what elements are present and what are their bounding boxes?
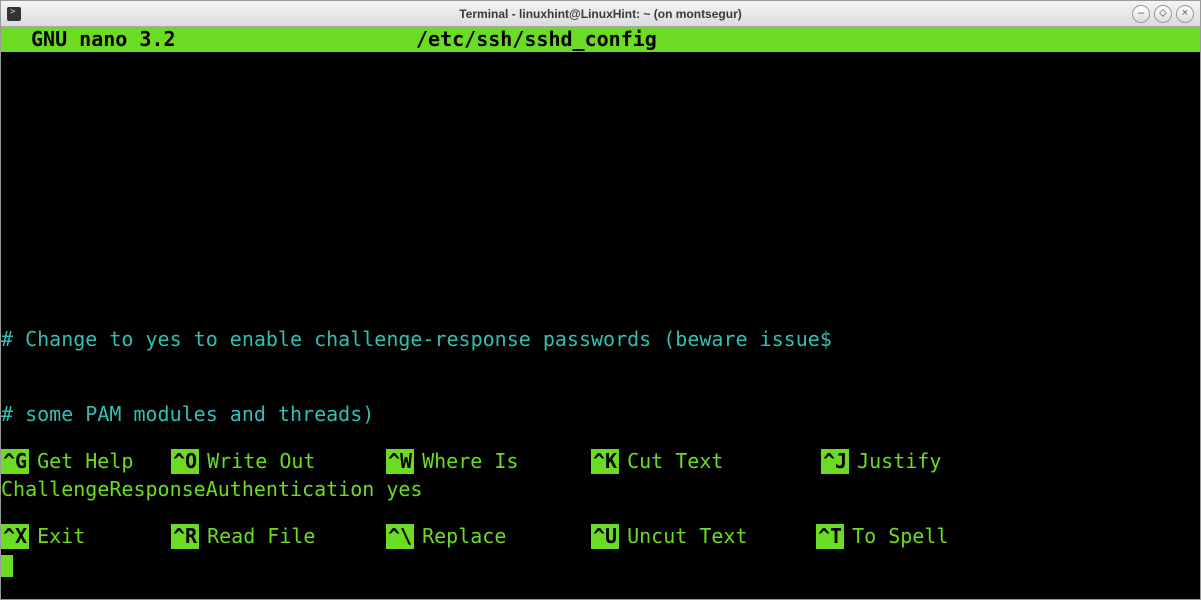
window-controls: – ⬦ × — [1132, 5, 1194, 23]
key-label: ^G — [1, 449, 29, 474]
minimize-button[interactable]: – — [1132, 5, 1150, 23]
key-label: ^W — [386, 449, 414, 474]
shortcut-justify[interactable]: ^JJustify — [821, 449, 949, 474]
nano-header: GNU nano 3.2 /etc/ssh/sshd_config — [1, 27, 1200, 52]
shortcut-read-file[interactable]: ^RRead File — [171, 524, 386, 549]
shortcut-label: Uncut Text — [619, 524, 755, 549]
shortcut-label: Exit — [29, 524, 93, 549]
shortcut-label: Write Out — [199, 449, 323, 474]
shortcut-replace[interactable]: ^\Replace — [386, 524, 591, 549]
shortcut-cut-text[interactable]: ^KCut Text — [591, 449, 821, 474]
shortcut-get-help[interactable]: ^GGet Help — [1, 449, 171, 474]
shortcut-row-2: ^XExit ^RRead File ^\Replace ^UUncut Tex… — [1, 524, 1200, 549]
shortcut-label: Where Is — [414, 449, 526, 474]
shortcut-row-1: ^GGet Help ^OWrite Out ^WWhere Is ^KCut … — [1, 449, 1200, 474]
shortcut-label: Replace — [414, 524, 514, 549]
titlebar-left — [7, 7, 21, 21]
key-label: ^O — [171, 449, 199, 474]
key-label: ^\ — [386, 524, 414, 549]
shortcut-label: Get Help — [29, 449, 141, 474]
shortcut-exit[interactable]: ^XExit — [1, 524, 171, 549]
blank-line — [1, 102, 1200, 127]
comment-line: # Change to yes to enable challenge-resp… — [1, 327, 1200, 352]
shortcut-label: Read File — [199, 524, 323, 549]
nano-file-path: /etc/ssh/sshd_config — [416, 27, 657, 52]
terminal-body[interactable]: GNU nano 3.2 /etc/ssh/sshd_config # Chan… — [1, 27, 1200, 599]
key-label: ^R — [171, 524, 199, 549]
shortcut-label: Cut Text — [619, 449, 731, 474]
shortcut-uncut-text[interactable]: ^UUncut Text — [591, 524, 816, 549]
shortcut-where-is[interactable]: ^WWhere Is — [386, 449, 591, 474]
shortcut-label: To Spell — [844, 524, 956, 549]
close-button[interactable]: × — [1176, 5, 1194, 23]
key-label: ^J — [821, 449, 849, 474]
maximize-button[interactable]: ⬦ — [1154, 5, 1172, 23]
nano-app-name: GNU nano 3.2 — [1, 27, 176, 52]
terminal-icon — [7, 7, 21, 21]
blank-line — [1, 252, 1200, 277]
shortcut-label: Justify — [849, 449, 949, 474]
window-title: Terminal - linuxhint@LinuxHint: ~ (on mo… — [459, 7, 741, 21]
key-label: ^T — [816, 524, 844, 549]
blank-line — [1, 177, 1200, 202]
terminal-window: Terminal - linuxhint@LinuxHint: ~ (on mo… — [0, 0, 1201, 600]
shortcut-write-out[interactable]: ^OWrite Out — [171, 449, 386, 474]
nano-shortcuts: ^GGet Help ^OWrite Out ^WWhere Is ^KCut … — [1, 399, 1200, 599]
key-label: ^U — [591, 524, 619, 549]
window-titlebar: Terminal - linuxhint@LinuxHint: ~ (on mo… — [1, 1, 1200, 27]
shortcut-to-spell[interactable]: ^TTo Spell — [816, 524, 956, 549]
key-label: ^K — [591, 449, 619, 474]
key-label: ^X — [1, 524, 29, 549]
